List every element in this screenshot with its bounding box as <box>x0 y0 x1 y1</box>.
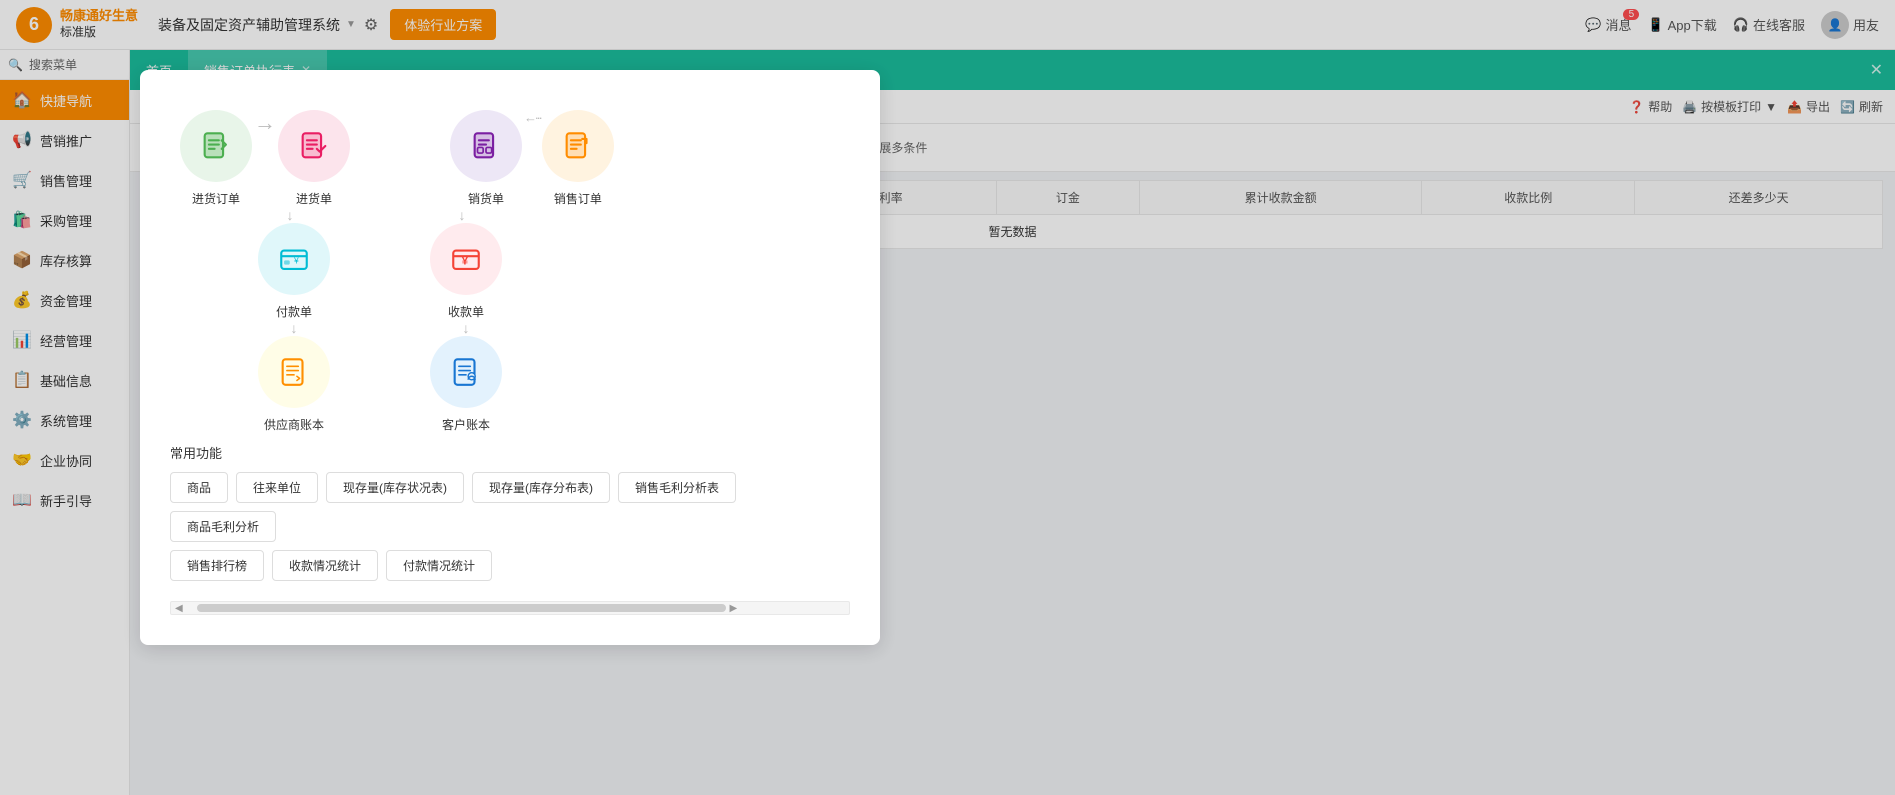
popup-overlay[interactable]: 进货订单 → 进货单 <box>0 0 1895 795</box>
func-btn-pay-stats[interactable]: 付款情况统计 <box>386 550 492 581</box>
func-btn-recv-stats[interactable]: 收款情况统计 <box>272 550 378 581</box>
scroll-track <box>197 604 726 612</box>
func-buttons-row1: 商品 往来单位 现存量(库存状况表) 现存量(库存分布表) 销售毛利分析表 商品… <box>170 472 850 542</box>
func-btn-sales-rank[interactable]: 销售排行榜 <box>170 550 264 581</box>
flow-row-4-arrows: ↓ ↓ <box>170 320 850 336</box>
sales-order-icon <box>542 110 614 182</box>
purchase-bill-label: 进货单 <box>296 190 332 207</box>
purchase-order-icon <box>180 110 252 182</box>
popup-scrollbar[interactable]: ◀ ▶ <box>170 601 850 615</box>
sales-bill-icon <box>450 110 522 182</box>
customer-account-label: 客户账本 <box>442 416 490 433</box>
func-btn-goods-profit[interactable]: 商品毛利分析 <box>170 511 276 542</box>
payment-icon: ¥ <box>258 223 330 295</box>
svg-text:¥: ¥ <box>293 255 299 265</box>
arrow-down-pb: ↓ <box>254 207 326 223</box>
arrow-right-1: → <box>254 110 276 174</box>
flow-row-5: 供应商账本 客户账本 <box>170 336 850 433</box>
receipt-label: 收款单 <box>448 303 484 320</box>
flow-item-purchase-order[interactable]: 进货订单 <box>180 110 252 207</box>
sales-bill-label: 销货单 <box>468 190 504 207</box>
flow-item-sales-bill[interactable]: 销货单 <box>450 110 522 207</box>
sales-order-label: 销售订单 <box>554 190 602 207</box>
quick-nav-popup: 进货订单 → 进货单 <box>140 70 880 645</box>
flow-item-receipt[interactable]: ¥ 收款单 <box>430 223 502 320</box>
flow-item-payment[interactable]: ¥ 付款单 <box>258 223 330 320</box>
common-functions-section: 常用功能 商品 往来单位 现存量(库存状况表) 现存量(库存分布表) 销售毛利分… <box>170 443 850 581</box>
arrow-down-recv: ↓ <box>430 320 502 336</box>
flow-row-2-container: ↓ ↓ <box>170 207 850 223</box>
customer-account-icon <box>430 336 502 408</box>
arrow-left-dashed-1: ← · · · <box>524 110 540 163</box>
flow-row-1: 进货订单 → 进货单 <box>180 110 614 207</box>
payment-label: 付款单 <box>276 303 312 320</box>
flow-item-purchase-bill[interactable]: 进货单 <box>278 110 350 207</box>
func-btn-sales-profit[interactable]: 销售毛利分析表 <box>618 472 736 503</box>
scroll-right-icon[interactable]: ▶ <box>726 603 742 614</box>
flow-item-supplier-account[interactable]: 供应商账本 <box>258 336 330 433</box>
func-btn-stock-dist[interactable]: 现存量(库存分布表) <box>472 472 610 503</box>
flow-item-customer-account[interactable]: 客户账本 <box>430 336 502 433</box>
purchase-bill-icon <box>278 110 350 182</box>
func-btn-goods[interactable]: 商品 <box>170 472 228 503</box>
common-functions-title: 常用功能 <box>170 443 850 462</box>
func-buttons-row2: 销售排行榜 收款情况统计 付款情况统计 <box>170 550 850 581</box>
supplier-account-icon <box>258 336 330 408</box>
scroll-left-icon[interactable]: ◀ <box>171 603 187 614</box>
purchase-order-label: 进货订单 <box>192 190 240 207</box>
supplier-account-label: 供应商账本 <box>264 416 324 433</box>
func-btn-partners[interactable]: 往来单位 <box>236 472 318 503</box>
svg-text:¥: ¥ <box>462 256 469 268</box>
flow-row-3: ¥ 付款单 ¥ 收款单 <box>170 223 850 320</box>
flow-item-sales-order[interactable]: 销售订单 <box>542 110 614 207</box>
arrow-down-sb: ↓ <box>426 207 498 223</box>
arrow-down-pay: ↓ <box>258 320 330 336</box>
func-btn-stock-status[interactable]: 现存量(库存状况表) <box>326 472 464 503</box>
app-container: 6 畅康通好生意 标准版 装备及固定资产辅助管理系统 ▼ ⚙ 体验行业方案 💬 … <box>0 0 1895 795</box>
receipt-icon: ¥ <box>430 223 502 295</box>
flow-diagram: 进货订单 → 进货单 <box>170 100 850 207</box>
